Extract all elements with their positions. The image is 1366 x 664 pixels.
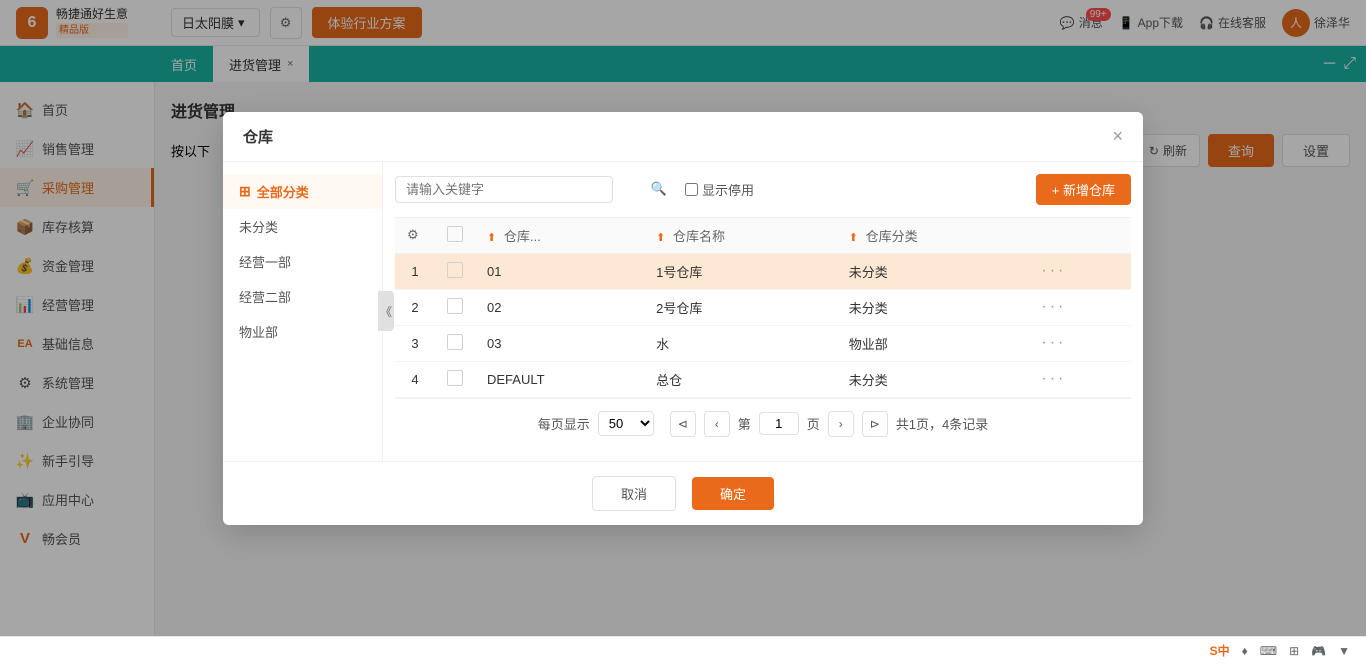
row-actions-3[interactable]: ···: [1029, 361, 1131, 397]
page-next-button[interactable]: ›: [828, 411, 854, 437]
row-actions-0[interactable]: ···: [1029, 253, 1131, 289]
row-code-3: DEFAULT: [475, 361, 644, 397]
row-checkbox-3[interactable]: [447, 370, 463, 386]
category-item-2[interactable]: 经营二部: [223, 279, 382, 314]
grid-icon: ⊞: [239, 183, 251, 200]
row-num-0: 1: [395, 253, 435, 289]
table-panel: 🔍 显示停用 + 新增仓库 ⚙: [383, 162, 1143, 461]
row-category-3: 未分类: [837, 361, 1030, 397]
table-toolbar: 🔍 显示停用 + 新增仓库: [395, 174, 1131, 205]
page-unit-label: 页: [807, 414, 820, 433]
dialog-header: 仓库 ×: [223, 112, 1143, 162]
col-header-name: ⬆ 仓库名称: [644, 217, 837, 253]
modal-overlay: 仓库 × ⊞ 全部分类 未分类 经营一部 经营二部 物业部 《: [0, 0, 1366, 636]
row-code-0: 01: [475, 253, 644, 289]
row-check-1[interactable]: [435, 289, 475, 325]
page-label: 第: [738, 414, 751, 433]
cancel-button[interactable]: 取消: [592, 476, 676, 511]
category-collapse-button[interactable]: 《: [378, 291, 394, 331]
row-actions-1[interactable]: ···: [1029, 289, 1131, 325]
col-header-code: ⬆ 仓库...: [475, 217, 644, 253]
row-name-1: 2号仓库: [644, 289, 837, 325]
category-item-1[interactable]: 经营一部: [223, 244, 382, 279]
status-keyboard-icon: ⌨: [1260, 644, 1277, 658]
row-check-0[interactable]: [435, 253, 475, 289]
col-header-category: ⬆ 仓库分类: [837, 217, 1030, 253]
table-row[interactable]: 1 01 1号仓库 未分类 ···: [395, 253, 1131, 289]
status-s-icon: S中: [1210, 642, 1230, 659]
row-num-2: 3: [395, 325, 435, 361]
warehouse-dialog: 仓库 × ⊞ 全部分类 未分类 经营一部 经营二部 物业部 《: [223, 112, 1143, 525]
status-grid-icon: ⊞: [1289, 644, 1299, 658]
sort-icon-name: ⬆: [656, 232, 665, 244]
dialog-body: ⊞ 全部分类 未分类 经营一部 经营二部 物业部 《 🔍: [223, 162, 1143, 461]
search-input[interactable]: [395, 176, 613, 203]
row-num-3: 4: [395, 361, 435, 397]
row-name-2: 水: [644, 325, 837, 361]
show-disabled-label[interactable]: 显示停用: [685, 180, 754, 199]
row-code-1: 02: [475, 289, 644, 325]
warehouse-table: ⚙ ⬆ 仓库... ⬆: [395, 217, 1131, 398]
page-first-button[interactable]: ⊲: [670, 411, 696, 437]
add-warehouse-button[interactable]: + 新增仓库: [1036, 174, 1131, 205]
page-prev-button[interactable]: ‹: [704, 411, 730, 437]
per-page-select[interactable]: 50 10 20 100: [598, 411, 654, 436]
col-header-check[interactable]: [435, 217, 475, 253]
row-check-2[interactable]: [435, 325, 475, 361]
row-check-3[interactable]: [435, 361, 475, 397]
dialog-title: 仓库: [243, 126, 273, 147]
status-gamepad-icon: 🎮: [1311, 644, 1326, 658]
page-last-button[interactable]: ⊳: [862, 411, 888, 437]
show-disabled-checkbox[interactable]: [685, 183, 698, 196]
table-row[interactable]: 4 DEFAULT 总仓 未分类 ···: [395, 361, 1131, 397]
dialog-footer: 取消 确定: [223, 461, 1143, 525]
table-header-row: ⚙ ⬆ 仓库... ⬆: [395, 217, 1131, 253]
dialog-close-button[interactable]: ×: [1112, 126, 1123, 147]
category-all[interactable]: ⊞ 全部分类: [223, 174, 382, 209]
row-checkbox-1[interactable]: [447, 298, 463, 314]
search-wrap: 🔍: [395, 176, 675, 203]
per-page-label: 每页显示: [538, 414, 590, 433]
table-row[interactable]: 2 02 2号仓库 未分类 ···: [395, 289, 1131, 325]
col-header-actions: [1029, 217, 1131, 253]
status-diamond-icon: ♦: [1242, 644, 1248, 658]
settings-col-icon: ⚙: [407, 227, 419, 242]
confirm-button[interactable]: 确定: [692, 477, 774, 510]
search-icon[interactable]: 🔍: [651, 181, 667, 197]
row-name-3: 总仓: [644, 361, 837, 397]
category-item-0[interactable]: 未分类: [223, 209, 382, 244]
sort-icon-category: ⬆: [849, 232, 858, 244]
row-actions-2[interactable]: ···: [1029, 325, 1131, 361]
row-num-1: 2: [395, 289, 435, 325]
table-body: 1 01 1号仓库 未分类 ··· 2 02 2号仓库 未分类 ··· 3 03…: [395, 253, 1131, 397]
row-checkbox-2[interactable]: [447, 334, 463, 350]
pagination: 每页显示 50 10 20 100 ⊲ ‹ 第 页 › ⊳ 共1页，4条记录: [395, 398, 1131, 449]
row-category-0: 未分类: [837, 253, 1030, 289]
table-container: ⚙ ⬆ 仓库... ⬆: [395, 217, 1131, 398]
row-category-1: 未分类: [837, 289, 1030, 325]
status-arrow-icon: ▼: [1338, 644, 1350, 658]
col-header-settings[interactable]: ⚙: [395, 217, 435, 253]
total-info-label: 共1页，4条记录: [896, 414, 988, 433]
page-number-input[interactable]: [759, 412, 799, 435]
row-category-2: 物业部: [837, 325, 1030, 361]
category-panel: ⊞ 全部分类 未分类 经营一部 经营二部 物业部 《: [223, 162, 383, 461]
sort-icon-code: ⬆: [487, 232, 496, 244]
category-item-3[interactable]: 物业部: [223, 314, 382, 349]
row-checkbox-0[interactable]: [447, 262, 463, 278]
row-name-0: 1号仓库: [644, 253, 837, 289]
status-bar: S中 ♦ ⌨ ⊞ 🎮 ▼: [0, 636, 1366, 664]
table-row[interactable]: 3 03 水 物业部 ···: [395, 325, 1131, 361]
row-code-2: 03: [475, 325, 644, 361]
header-checkbox[interactable]: [447, 226, 463, 242]
